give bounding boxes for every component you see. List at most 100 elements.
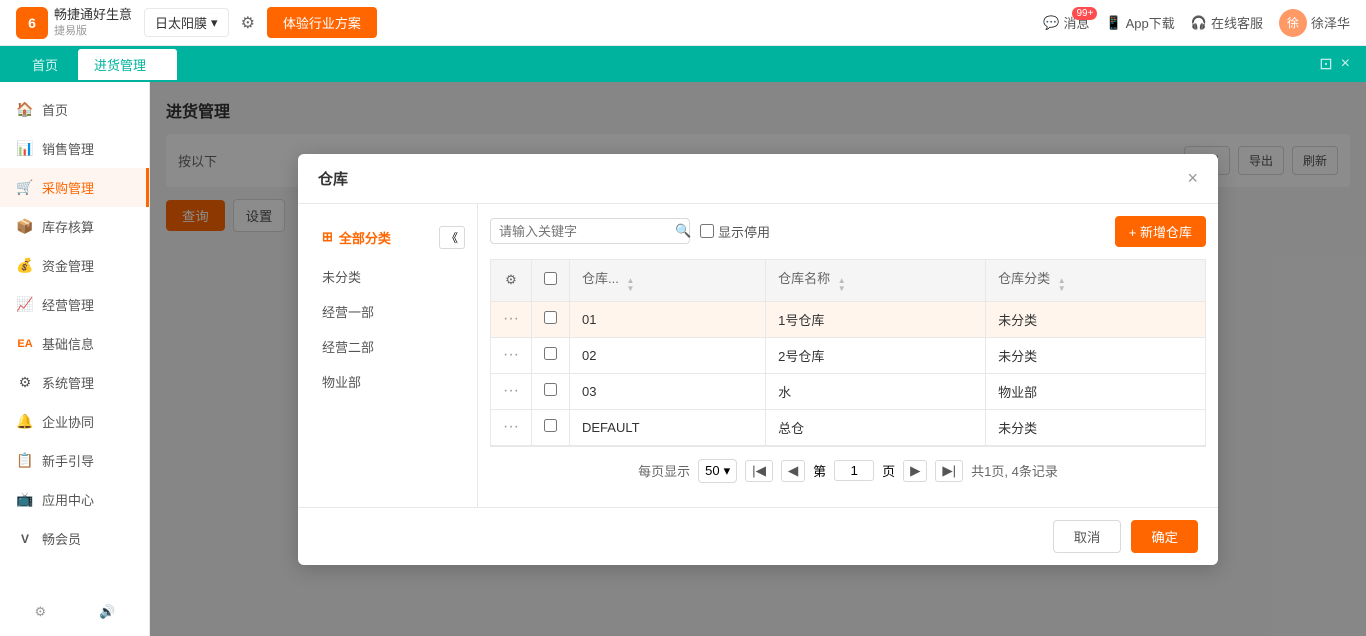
col-gear: ⚙ — [491, 259, 532, 301]
purchase-icon: 🛒 — [16, 179, 34, 197]
per-page-select[interactable]: 50 ▾ — [698, 459, 737, 483]
tab-home[interactable]: 首页 — [16, 49, 74, 80]
page-prev-button[interactable]: ◀ — [781, 460, 805, 482]
category-item-ops2[interactable]: 经营二部 — [298, 329, 477, 364]
nav-restore-button[interactable]: ⊡ — [1319, 54, 1332, 74]
show-disabled-item: 显示停用 — [700, 222, 770, 241]
search-icon[interactable]: 🔍 — [675, 223, 691, 239]
table-row[interactable]: ··· DEFAULT 总仓 未分类 — [491, 409, 1206, 445]
row-category: 未分类 — [986, 409, 1206, 445]
sidebar-item-inventory-label: 库存核算 — [42, 217, 94, 236]
sidebar-item-finance[interactable]: 💰 资金管理 — [0, 246, 149, 285]
sidebar-item-inventory[interactable]: 📦 库存核算 — [0, 207, 149, 246]
sidebar-item-guide[interactable]: 📋 新手引导 — [0, 441, 149, 480]
col-name: 仓库名称 ▲▼ — [766, 259, 986, 301]
try-button[interactable]: 体验行业方案 — [267, 7, 377, 38]
sidebar-item-system-label: 系统管理 — [42, 373, 94, 392]
nav-right: ⊡ × — [1319, 54, 1350, 74]
nav-close-button[interactable]: × — [1341, 54, 1350, 74]
sidebar-settings-icon[interactable]: ⚙ — [35, 604, 47, 620]
finance-icon: 💰 — [16, 257, 34, 275]
modal-footer: 取消 确定 — [298, 507, 1218, 565]
table-container: ⚙ 仓库... ▲▼ — [490, 259, 1206, 446]
row-dots[interactable]: ··· — [491, 301, 532, 337]
store-selector[interactable]: 日太阳膜 ▾ — [144, 8, 229, 37]
sidebar-speaker-icon[interactable]: 🔊 — [99, 604, 115, 620]
sidebar-item-system[interactable]: ⚙ 系统管理 — [0, 363, 149, 402]
user-item[interactable]: 徐 徐泽华 — [1279, 9, 1350, 37]
table-row[interactable]: ··· 01 1号仓库 未分类 — [491, 301, 1206, 337]
row-checkbox[interactable] — [544, 383, 557, 396]
collapse-button[interactable]: 《 — [439, 226, 465, 249]
headset-icon: 🎧 — [1191, 15, 1207, 31]
page-label: 第 — [813, 461, 826, 480]
app-download-item[interactable]: 📱 App下载 — [1105, 13, 1174, 32]
content-area: 进货管理 按以下 打印 导出 刷新 查询 设置 仓库 × — [150, 82, 1366, 636]
sort-name-icon[interactable]: ▲▼ — [838, 277, 846, 293]
confirm-button[interactable]: 确定 — [1131, 520, 1198, 553]
all-categories-item[interactable]: ⊞ 全部分类 — [310, 222, 403, 253]
row-dots[interactable]: ··· — [491, 373, 532, 409]
category-item-unclassified[interactable]: 未分类 — [298, 259, 477, 294]
search-box[interactable]: 🔍 — [490, 218, 690, 244]
sort-category-icon[interactable]: ▲▼ — [1058, 277, 1066, 293]
page-number-input[interactable] — [834, 460, 874, 481]
inventory-icon: 📦 — [16, 218, 34, 236]
settings-icon[interactable]: ⚙ — [241, 13, 255, 33]
category-item-ops1[interactable]: 经营一部 — [298, 294, 477, 329]
avatar: 徐 — [1279, 9, 1307, 37]
add-warehouse-button[interactable]: + 新增仓库 — [1115, 216, 1206, 247]
modal-close-button[interactable]: × — [1187, 168, 1198, 189]
row-dots[interactable]: ··· — [491, 409, 532, 445]
sidebar-item-purchase[interactable]: 🛒 采购管理 — [0, 168, 149, 207]
sidebar-item-sales[interactable]: 📊 销售管理 — [0, 129, 149, 168]
sidebar-item-member[interactable]: V 畅会员 — [0, 519, 149, 558]
user-name: 徐泽华 — [1311, 13, 1350, 32]
per-page-value: 50 — [705, 463, 719, 478]
sales-icon: 📊 — [16, 140, 34, 158]
modal-title: 仓库 — [318, 168, 348, 189]
show-disabled-checkbox[interactable] — [700, 224, 714, 238]
warehouse-modal: 仓库 × ⊞ 全部分类 《 未分类 — [298, 154, 1218, 565]
page-next-button[interactable]: ▶ — [903, 460, 927, 482]
modal-overlay: 仓库 × ⊞ 全部分类 《 未分类 — [150, 82, 1366, 636]
sidebar-item-apps[interactable]: 📺 应用中心 — [0, 480, 149, 519]
category-item-property[interactable]: 物业部 — [298, 364, 477, 399]
sidebar-item-basics[interactable]: EA 基础信息 — [0, 324, 149, 363]
service-item[interactable]: 🎧 在线客服 — [1191, 13, 1263, 32]
sort-code-icon[interactable]: ▲▼ — [626, 277, 634, 293]
row-checkbox[interactable] — [544, 347, 557, 360]
row-checkbox[interactable] — [544, 311, 557, 324]
app-icon: 📱 — [1105, 15, 1121, 31]
tab-close-icon[interactable]: × — [154, 58, 162, 73]
sidebar-item-enterprise[interactable]: 🔔 企业协同 — [0, 402, 149, 441]
page-last-button[interactable]: ▶| — [935, 460, 963, 482]
row-checkbox[interactable] — [544, 419, 557, 432]
message-item[interactable]: 💬 消息 99+ — [1043, 13, 1089, 32]
search-input[interactable] — [499, 224, 675, 239]
tab-purchase[interactable]: 进货管理 × — [78, 49, 177, 80]
page-unit: 页 — [882, 461, 895, 480]
member-icon: V — [16, 530, 34, 548]
app-label: App下载 — [1126, 13, 1175, 32]
row-dots[interactable]: ··· — [491, 337, 532, 373]
per-page-label: 每页显示 — [638, 461, 690, 480]
col-category: 仓库分类 ▲▼ — [986, 259, 1206, 301]
table-row[interactable]: ··· 02 2号仓库 未分类 — [491, 337, 1206, 373]
system-icon: ⚙ — [16, 374, 34, 392]
sidebar-item-operations-label: 经营管理 — [42, 295, 94, 314]
page-first-button[interactable]: |◀ — [745, 460, 773, 482]
row-code: 03 — [569, 373, 765, 409]
select-all-checkbox[interactable] — [544, 272, 557, 285]
enterprise-icon: 🔔 — [16, 413, 34, 431]
home-icon: 🏠 — [16, 101, 34, 119]
sidebar-item-purchase-label: 采购管理 — [42, 178, 94, 197]
sidebar-item-operations[interactable]: 📈 经营管理 — [0, 285, 149, 324]
table-row[interactable]: ··· 03 水 物业部 — [491, 373, 1206, 409]
sidebar-item-home[interactable]: 🏠 首页 — [0, 90, 149, 129]
show-disabled-label: 显示停用 — [718, 222, 770, 241]
col-code: 仓库... ▲▼ — [569, 259, 765, 301]
cancel-button[interactable]: 取消 — [1053, 520, 1122, 553]
row-code: 01 — [569, 301, 765, 337]
logo-sub: 捷易版 — [54, 22, 132, 38]
